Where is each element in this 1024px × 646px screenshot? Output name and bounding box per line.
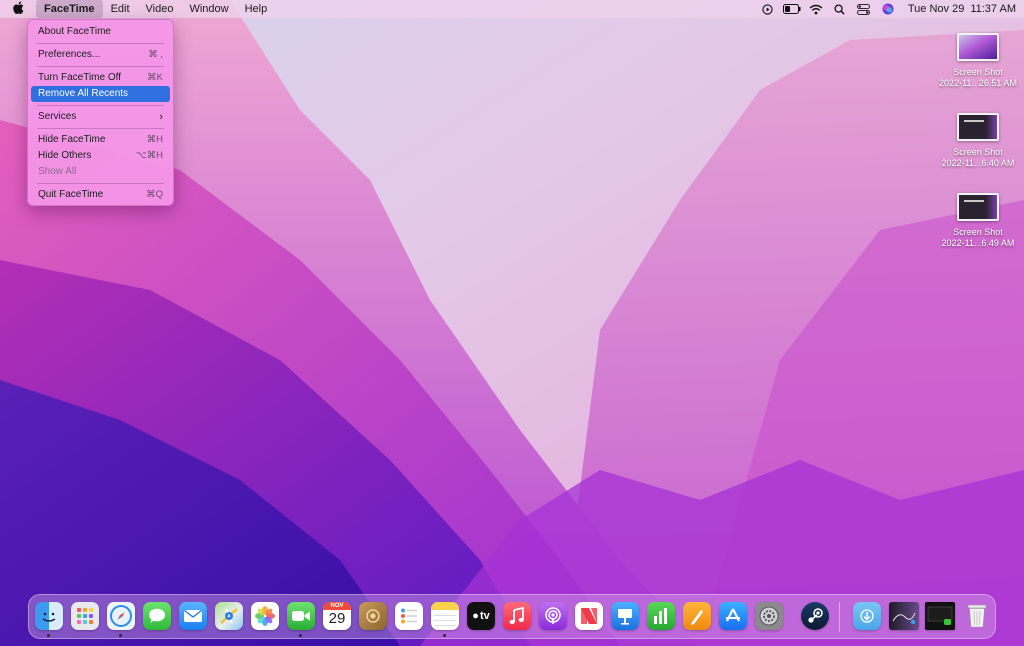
calendar-month: NOV <box>323 602 351 610</box>
wifi-icon[interactable] <box>804 0 828 18</box>
file-name: Screen Shot <box>953 147 1003 157</box>
safari-icon[interactable] <box>107 602 135 630</box>
menu-item-quit[interactable]: Quit FaceTime ⌘Q <box>31 187 170 203</box>
tv-label: tv <box>479 609 490 622</box>
system-preferences-icon[interactable] <box>755 602 783 630</box>
file-subtitle: 2022-11...6.49 AM <box>941 238 1015 248</box>
menu-separator <box>37 43 164 44</box>
menu-item-label: Remove All Recents <box>38 88 129 99</box>
clock-date: Tue Nov 29 <box>907 3 965 15</box>
running-indicator <box>47 634 50 637</box>
running-indicator <box>443 634 446 637</box>
calendar-icon[interactable]: NOV 29 <box>323 602 351 630</box>
running-indicator <box>119 634 122 637</box>
file-subtitle: 2022-11...26.51 AM <box>939 78 1017 88</box>
steam-icon[interactable] <box>801 602 829 630</box>
status-area: Tue Nov 29 11:37 AM <box>756 0 1024 18</box>
numbers-icon[interactable] <box>647 602 675 630</box>
messages-icon[interactable] <box>143 602 171 630</box>
file-name: Screen Shot <box>953 227 1003 237</box>
menu-item-about[interactable]: About FaceTime <box>31 24 170 40</box>
app-store-icon[interactable] <box>719 602 747 630</box>
file-name: Screen Shot <box>953 67 1003 77</box>
menu-separator <box>37 105 164 106</box>
podcasts-icon[interactable] <box>539 602 567 630</box>
menu-item-show-all: Show All <box>31 164 170 180</box>
minimized-window-icon[interactable] <box>925 602 955 630</box>
menu-facetime[interactable]: FaceTime <box>36 0 103 18</box>
menu-item-label: Turn FaceTime Off <box>38 72 121 83</box>
menu-item-label: Hide FaceTime <box>38 134 106 145</box>
calendar-day: 29 <box>328 610 346 627</box>
downloads-folder-icon[interactable] <box>853 602 881 630</box>
menu-item-label: Quit FaceTime <box>38 189 104 200</box>
launchpad-icon[interactable] <box>71 602 99 630</box>
siri-icon[interactable] <box>876 0 900 18</box>
screenshots-stack-icon[interactable] <box>889 602 919 630</box>
menu-item-label: Hide Others <box>38 150 92 161</box>
menu-item-shortcut: ⌘K <box>147 72 163 83</box>
menu-item-label: Services <box>38 111 77 122</box>
menu-item-hide-others[interactable]: Hide Others ⌥⌘H <box>31 148 170 164</box>
file-subtitle: 2022-11...6.40 AM <box>941 158 1015 168</box>
menu-item-shortcut: ⌘H <box>146 134 163 145</box>
finder-icon[interactable] <box>35 602 63 630</box>
apple-icon[interactable] <box>0 1 36 17</box>
running-indicator <box>299 634 302 637</box>
facetime-menu: About FaceTime Preferences... ⌘ , Turn F… <box>27 19 174 206</box>
photos-icon[interactable] <box>251 602 279 630</box>
play-circle-icon[interactable] <box>756 0 780 18</box>
desktop-file[interactable]: Screen Shot 2022-11...6.40 AM <box>933 113 1023 169</box>
screenshot-thumbnail <box>957 113 999 141</box>
pages-icon[interactable] <box>683 602 711 630</box>
clock-time: 11:37 AM <box>970 3 1016 15</box>
reminders-icon[interactable] <box>395 602 423 630</box>
dock-separator <box>839 602 840 632</box>
notes-icon[interactable] <box>431 602 459 630</box>
keynote-icon[interactable] <box>611 602 639 630</box>
menu-item-services[interactable]: Services › <box>31 109 170 125</box>
chevron-right-icon: › <box>159 111 163 123</box>
search-icon[interactable] <box>828 0 852 18</box>
desktop-file[interactable]: Screen Shot 2022-11...6.49 AM <box>933 193 1023 249</box>
menu-item-turn-off[interactable]: Turn FaceTime Off ⌘K <box>31 70 170 86</box>
mail-icon[interactable] <box>179 602 207 630</box>
maps-icon[interactable] <box>215 602 243 630</box>
screenshot-thumbnail <box>957 33 999 61</box>
notebook-icon[interactable] <box>359 602 387 630</box>
battery-icon[interactable] <box>780 0 804 18</box>
dock: NOV 29 ● tv <box>28 594 996 639</box>
menu-edit[interactable]: Edit <box>103 0 138 18</box>
menu-separator <box>37 66 164 67</box>
menu-item-label: Preferences... <box>38 49 101 60</box>
menu-item-shortcut: ⌘ , <box>148 49 163 60</box>
menu-item-label: About FaceTime <box>38 26 111 37</box>
music-icon[interactable] <box>503 602 531 630</box>
trash-icon[interactable] <box>963 602 991 630</box>
menu-separator <box>37 128 164 129</box>
menu-window[interactable]: Window <box>181 0 236 18</box>
desktop-file[interactable]: Screen Shot 2022-11...26.51 AM <box>933 33 1023 89</box>
menu-video[interactable]: Video <box>138 0 182 18</box>
menu-help[interactable]: Help <box>237 0 276 18</box>
screenshot-thumbnail <box>957 193 999 221</box>
apple-tv-icon[interactable]: ● tv <box>467 602 495 630</box>
facetime-icon[interactable] <box>287 602 315 630</box>
menu-item-remove-all-recents[interactable]: Remove All Recents <box>31 86 170 102</box>
menu-bar: FaceTime Edit Video Window Help Tue Nov … <box>0 0 1024 18</box>
menu-separator <box>37 183 164 184</box>
clock[interactable]: Tue Nov 29 11:37 AM <box>900 3 1016 15</box>
menu-item-hide-facetime[interactable]: Hide FaceTime ⌘H <box>31 132 170 148</box>
menu-item-preferences[interactable]: Preferences... ⌘ , <box>31 47 170 63</box>
news-icon[interactable] <box>575 602 603 630</box>
control-center-icon[interactable] <box>852 0 876 18</box>
menu-item-label: Show All <box>38 166 77 177</box>
menu-item-shortcut: ⌘Q <box>146 189 163 200</box>
menu-item-shortcut: ⌥⌘H <box>135 150 163 161</box>
